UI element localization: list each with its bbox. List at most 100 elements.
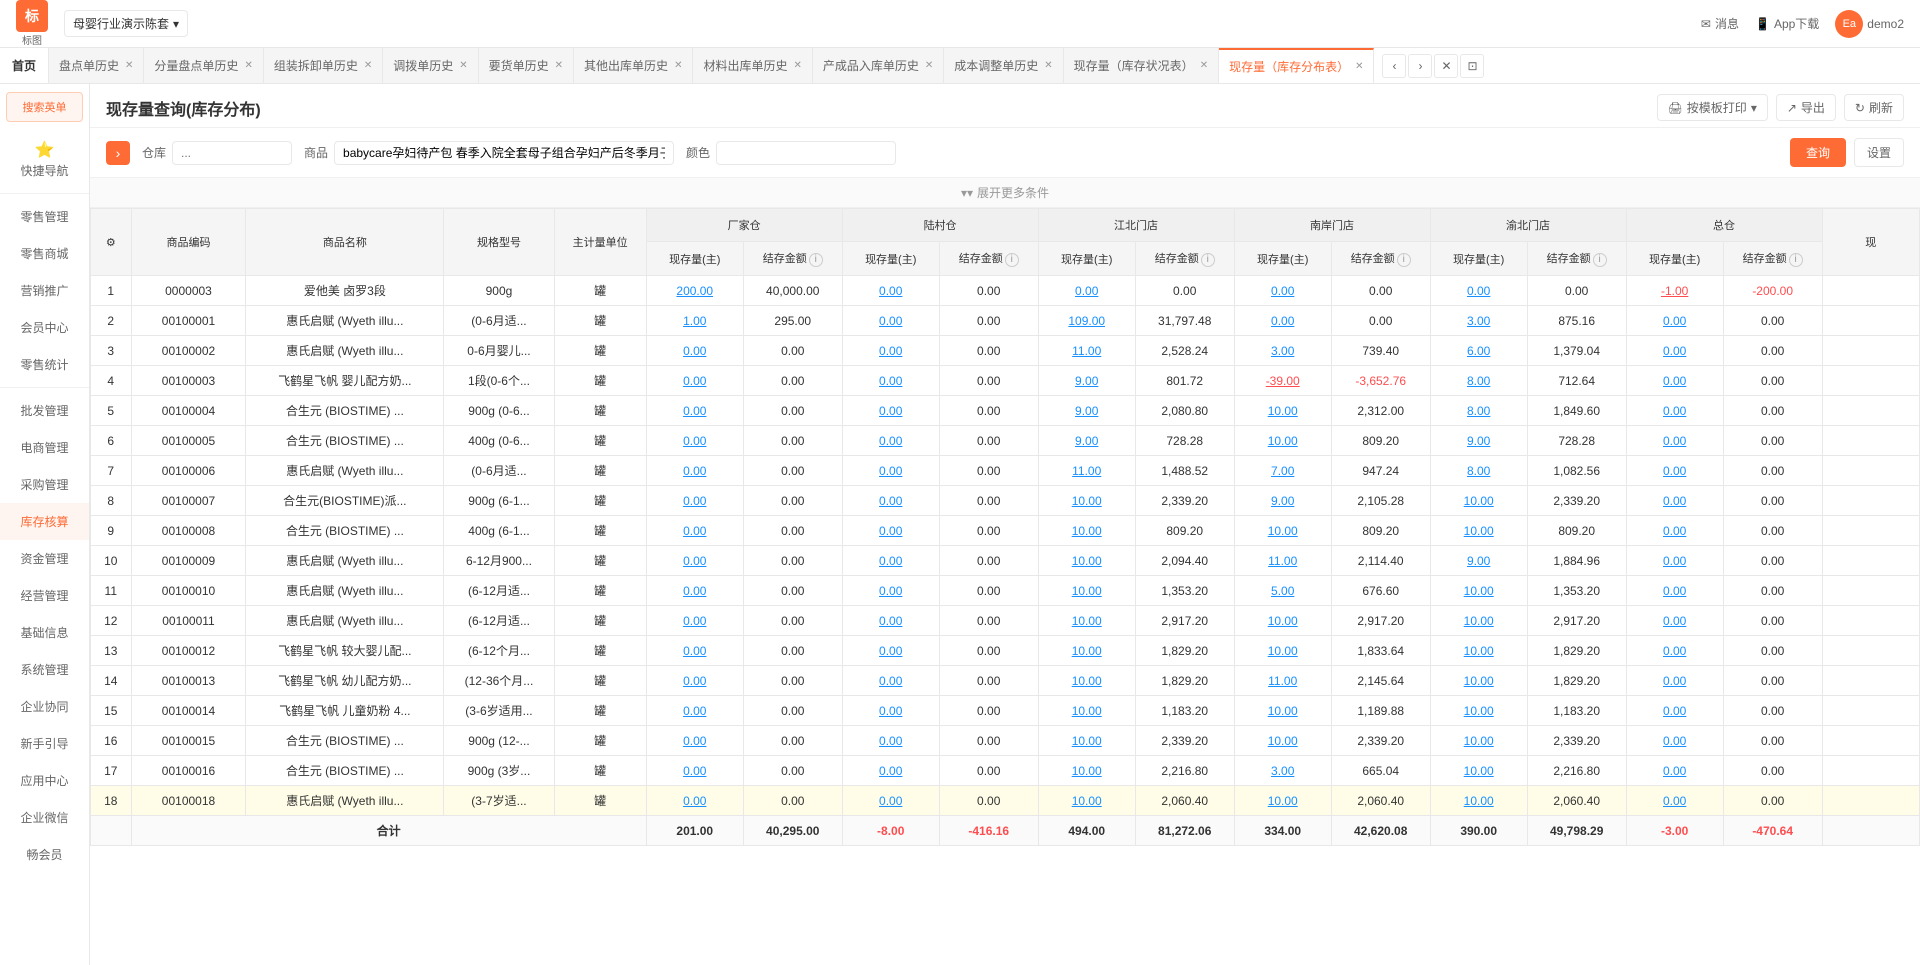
settings-btn[interactable]: 设置 (1854, 138, 1904, 167)
yb-amount-info-icon[interactable]: i (1593, 253, 1607, 267)
table-cell[interactable]: 1.00 (646, 306, 743, 336)
table-cell[interactable]: 10.00 (1234, 726, 1331, 756)
tab-expand-btn[interactable]: ⊡ (1460, 54, 1484, 78)
table-cell[interactable]: 0.00 (842, 606, 939, 636)
table-cell[interactable]: 0.00 (1626, 486, 1723, 516)
table-cell[interactable]: 0.00 (842, 456, 939, 486)
table-cell[interactable]: 3.00 (1234, 336, 1331, 366)
tab-close-all-btn[interactable]: ✕ (1434, 54, 1458, 78)
table-cell[interactable]: 10.00 (1234, 516, 1331, 546)
table-cell[interactable]: 0.00 (646, 366, 743, 396)
table-cell[interactable]: 0.00 (842, 786, 939, 816)
tab-material-close[interactable]: ✕ (793, 60, 801, 71)
tab-stock1[interactable]: 现存量（库存状况表） ✕ (1064, 48, 1219, 84)
table-cell[interactable]: 0.00 (842, 666, 939, 696)
export-btn[interactable]: ↗ 导出 (1776, 94, 1836, 121)
table-cell[interactable]: 0.00 (1038, 276, 1135, 306)
sidebar-item-retail-store[interactable]: 零售商城 (0, 235, 89, 272)
tab-home[interactable]: 首页 (0, 48, 49, 84)
table-cell[interactable]: 9.00 (1234, 486, 1331, 516)
table-cell[interactable]: 200.00 (646, 276, 743, 306)
table-cell[interactable]: 0.00 (1626, 546, 1723, 576)
table-cell[interactable]: 11.00 (1234, 666, 1331, 696)
sidebar-item-wechat[interactable]: 企业微信 (0, 799, 89, 836)
table-cell[interactable]: 10.00 (1038, 756, 1135, 786)
sidebar-item-member2[interactable]: 畅会员 (0, 836, 89, 873)
table-cell[interactable]: 10.00 (1430, 486, 1527, 516)
table-cell[interactable]: 0.00 (1626, 696, 1723, 726)
table-cell[interactable]: 10.00 (1234, 396, 1331, 426)
table-cell[interactable]: 0.00 (842, 306, 939, 336)
table-cell[interactable]: 0.00 (842, 366, 939, 396)
table-cell[interactable]: 0.00 (842, 486, 939, 516)
table-cell[interactable]: 109.00 (1038, 306, 1135, 336)
table-cell[interactable]: 0.00 (646, 696, 743, 726)
sidebar-item-retail-stats[interactable]: 零售统计 (0, 346, 89, 383)
table-cell[interactable]: 0.00 (842, 546, 939, 576)
table-cell[interactable]: 10.00 (1038, 786, 1135, 816)
sidebar-item-app-center[interactable]: 应用中心 (0, 762, 89, 799)
message-action[interactable]: ✉ 消息 (1701, 15, 1739, 32)
table-cell[interactable]: -1.00 (1626, 276, 1723, 306)
sidebar-item-corp[interactable]: 企业协同 (0, 688, 89, 725)
tab-out[interactable]: 其他出库单历史 ✕ (574, 48, 693, 84)
table-cell[interactable]: 0.00 (1626, 396, 1723, 426)
tab-stock2-close[interactable]: ✕ (1355, 61, 1363, 72)
table-cell[interactable]: 10.00 (1234, 786, 1331, 816)
table-cell[interactable]: 0.00 (646, 546, 743, 576)
table-cell[interactable]: 0.00 (1626, 366, 1723, 396)
table-cell[interactable]: 0.00 (646, 576, 743, 606)
table-cell[interactable]: 0.00 (842, 516, 939, 546)
tab-adjust[interactable]: 调拨单历史 ✕ (383, 48, 478, 84)
table-cell[interactable]: 10.00 (1430, 786, 1527, 816)
table-cell[interactable]: 0.00 (1626, 516, 1723, 546)
table-cell[interactable]: 11.00 (1038, 336, 1135, 366)
table-cell[interactable]: 10.00 (1038, 606, 1135, 636)
app-download-action[interactable]: 📱 App下载 (1755, 15, 1819, 32)
table-cell[interactable]: 0.00 (1626, 666, 1723, 696)
table-cell[interactable]: 10.00 (1234, 606, 1331, 636)
table-cell[interactable]: 11.00 (1234, 546, 1331, 576)
table-cell[interactable]: 10.00 (1234, 696, 1331, 726)
table-cell[interactable]: 11.00 (1038, 456, 1135, 486)
sidebar-item-purchase[interactable]: 采购管理 (0, 466, 89, 503)
tab-prev-btn[interactable]: ‹ (1382, 54, 1406, 78)
table-cell[interactable]: 0.00 (646, 636, 743, 666)
table-cell[interactable]: 10.00 (1038, 726, 1135, 756)
table-cell[interactable]: 8.00 (1430, 366, 1527, 396)
th-settings[interactable]: ⚙ (91, 209, 132, 276)
tab-combo-close[interactable]: ✕ (364, 60, 372, 71)
table-cell[interactable]: 0.00 (646, 756, 743, 786)
table-cell[interactable]: 0.00 (842, 576, 939, 606)
table-cell[interactable]: 10.00 (1038, 696, 1135, 726)
tab-product-close[interactable]: ✕ (925, 60, 933, 71)
table-cell[interactable]: 0.00 (1430, 276, 1527, 306)
table-cell[interactable]: 10.00 (1234, 426, 1331, 456)
table-cell[interactable]: 0.00 (646, 726, 743, 756)
user-action[interactable]: Ea demo2 (1835, 10, 1904, 38)
table-cell[interactable]: -39.00 (1234, 366, 1331, 396)
table-cell[interactable]: 7.00 (1234, 456, 1331, 486)
tab-material[interactable]: 材料出库单历史 ✕ (693, 48, 812, 84)
sidebar-item-ecommerce[interactable]: 电商管理 (0, 429, 89, 466)
table-cell[interactable]: 9.00 (1038, 396, 1135, 426)
table-cell[interactable]: 0.00 (1626, 576, 1723, 606)
tab-cost-close[interactable]: ✕ (1044, 60, 1052, 71)
tab-product[interactable]: 产成品入库单历史 ✕ (813, 48, 944, 84)
table-cell[interactable]: 10.00 (1038, 486, 1135, 516)
table-cell[interactable]: 0.00 (646, 786, 743, 816)
table-cell[interactable]: 5.00 (1234, 576, 1331, 606)
tab-disk[interactable]: 盘点单历史 ✕ (49, 48, 144, 84)
table-cell[interactable]: 10.00 (1430, 756, 1527, 786)
sidebar-item-inventory[interactable]: 库存核算 (0, 503, 89, 540)
table-cell[interactable]: 9.00 (1038, 426, 1135, 456)
table-cell[interactable]: 10.00 (1038, 636, 1135, 666)
table-cell[interactable]: 0.00 (646, 666, 743, 696)
color-input[interactable] (716, 141, 896, 165)
sidebar-item-system[interactable]: 系统管理 (0, 651, 89, 688)
industry-select[interactable]: 母婴行业演示陈套 ▾ (64, 10, 188, 37)
table-cell[interactable]: 0.00 (842, 696, 939, 726)
sidebar-item-guide[interactable]: 新手引导 (0, 725, 89, 762)
tab-order-close[interactable]: ✕ (555, 60, 563, 71)
sidebar-item-marketing[interactable]: 营销推广 (0, 272, 89, 309)
